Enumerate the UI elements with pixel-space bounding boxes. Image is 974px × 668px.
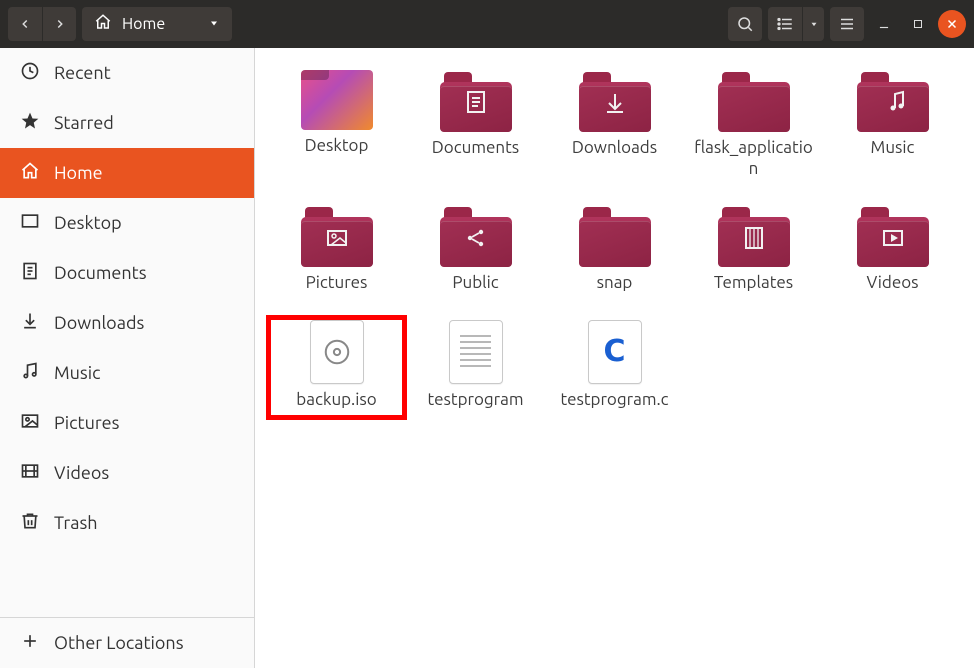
sidebar-item-label: Pictures <box>54 413 119 433</box>
videos-icon <box>20 461 40 485</box>
minimize-button[interactable] <box>870 10 898 38</box>
file-label: snap <box>597 273 633 294</box>
pictures-icon <box>20 411 40 435</box>
close-button[interactable] <box>938 10 966 38</box>
file-item[interactable]: flask_application <box>684 66 823 187</box>
desktop-folder-icon <box>301 70 373 130</box>
file-item[interactable]: Ctestprogram.c <box>545 316 684 419</box>
folder-icon <box>579 205 651 267</box>
sidebar-item-label: Trash <box>54 513 98 533</box>
sidebar-item-documents[interactable]: Documents <box>0 248 254 298</box>
sidebar-item-label: Desktop <box>54 213 122 233</box>
file-label: Videos <box>866 273 918 294</box>
plus-icon <box>20 631 40 655</box>
file-item[interactable]: testprogram <box>406 316 545 419</box>
folder-icon <box>301 205 373 267</box>
sidebar-item-label: Home <box>54 163 103 183</box>
file-label: Desktop <box>305 136 369 157</box>
file-label: Pictures <box>306 273 368 294</box>
sidebar-item-trash[interactable]: Trash <box>0 498 254 548</box>
sidebar-item-starred[interactable]: Starred <box>0 98 254 148</box>
view-control-group <box>768 7 824 41</box>
downloads-icon <box>20 311 40 335</box>
file-label: testprogram <box>427 390 523 411</box>
home-icon <box>94 13 112 35</box>
sidebar-item-label: Downloads <box>54 313 144 333</box>
sidebar-item-desktop[interactable]: Desktop <box>0 198 254 248</box>
file-label: Public <box>452 273 498 294</box>
home-icon <box>20 161 40 185</box>
file-item[interactable]: Desktop <box>267 66 406 187</box>
folder-icon <box>857 70 929 132</box>
file-view[interactable]: Desktop Documents Downloads flask_applicati… <box>255 48 974 668</box>
c-source-file-icon: C <box>588 320 642 384</box>
file-label: flask_application <box>694 138 814 179</box>
search-button[interactable] <box>728 7 762 41</box>
sidebar-item-music[interactable]: Music <box>0 348 254 398</box>
recent-icon <box>20 61 40 85</box>
file-label: Documents <box>432 138 519 159</box>
folder-icon <box>718 70 790 132</box>
sidebar-item-label: Starred <box>54 113 114 133</box>
maximize-button[interactable] <box>904 10 932 38</box>
nav-group <box>8 7 76 41</box>
view-options-button[interactable] <box>802 7 824 41</box>
file-grid: Desktop Documents Downloads flask_applicati… <box>267 66 962 419</box>
sidebar-item-other-locations[interactable]: Other Locations <box>0 618 254 668</box>
file-item[interactable]: Videos <box>823 201 962 302</box>
sidebar-item-label: Other Locations <box>54 633 184 653</box>
file-item[interactable]: Pictures <box>267 201 406 302</box>
sidebar-item-label: Music <box>54 363 100 383</box>
back-button[interactable] <box>8 7 42 41</box>
sidebar-item-downloads[interactable]: Downloads <box>0 298 254 348</box>
sidebar-item-label: Documents <box>54 263 147 283</box>
folder-icon <box>440 205 512 267</box>
folder-icon <box>857 205 929 267</box>
folder-icon <box>440 70 512 132</box>
file-label: backup.iso <box>296 390 376 411</box>
folder-icon <box>718 205 790 267</box>
star-icon <box>20 111 40 135</box>
file-item[interactable]: Music <box>823 66 962 187</box>
file-item[interactable]: snap <box>545 201 684 302</box>
sidebar-item-home[interactable]: Home <box>0 148 254 198</box>
file-label: Templates <box>714 273 793 294</box>
folder-icon <box>579 70 651 132</box>
forward-button[interactable] <box>42 7 76 41</box>
file-item[interactable]: backup.iso <box>267 316 406 419</box>
file-label: testprogram.c <box>560 390 668 411</box>
pathbar-home[interactable]: Home <box>82 7 232 41</box>
file-item[interactable]: Templates <box>684 201 823 302</box>
text-file-icon <box>449 320 503 384</box>
file-item[interactable]: Documents <box>406 66 545 187</box>
titlebar: Home <box>0 0 974 48</box>
file-label: Music <box>871 138 915 159</box>
desktop-icon <box>20 211 40 235</box>
file-item[interactable]: Public <box>406 201 545 302</box>
iso-file-icon <box>310 320 364 384</box>
music-icon <box>20 361 40 385</box>
view-mode-button[interactable] <box>768 7 802 41</box>
body: Recent Starred Home Desktop Documents <box>0 48 974 668</box>
file-label: Downloads <box>572 138 657 159</box>
file-item[interactable]: Downloads <box>545 66 684 187</box>
sidebar-item-pictures[interactable]: Pictures <box>0 398 254 448</box>
documents-icon <box>20 261 40 285</box>
sidebar-item-label: Videos <box>54 463 109 483</box>
sidebar: Recent Starred Home Desktop Documents <box>0 48 255 668</box>
chevron-down-icon <box>208 15 220 33</box>
sidebar-item-label: Recent <box>54 63 111 83</box>
pathbar-label: Home <box>122 15 165 33</box>
sidebar-item-videos[interactable]: Videos <box>0 448 254 498</box>
hamburger-menu-button[interactable] <box>830 7 864 41</box>
trash-icon <box>20 511 40 535</box>
sidebar-item-recent[interactable]: Recent <box>0 48 254 98</box>
